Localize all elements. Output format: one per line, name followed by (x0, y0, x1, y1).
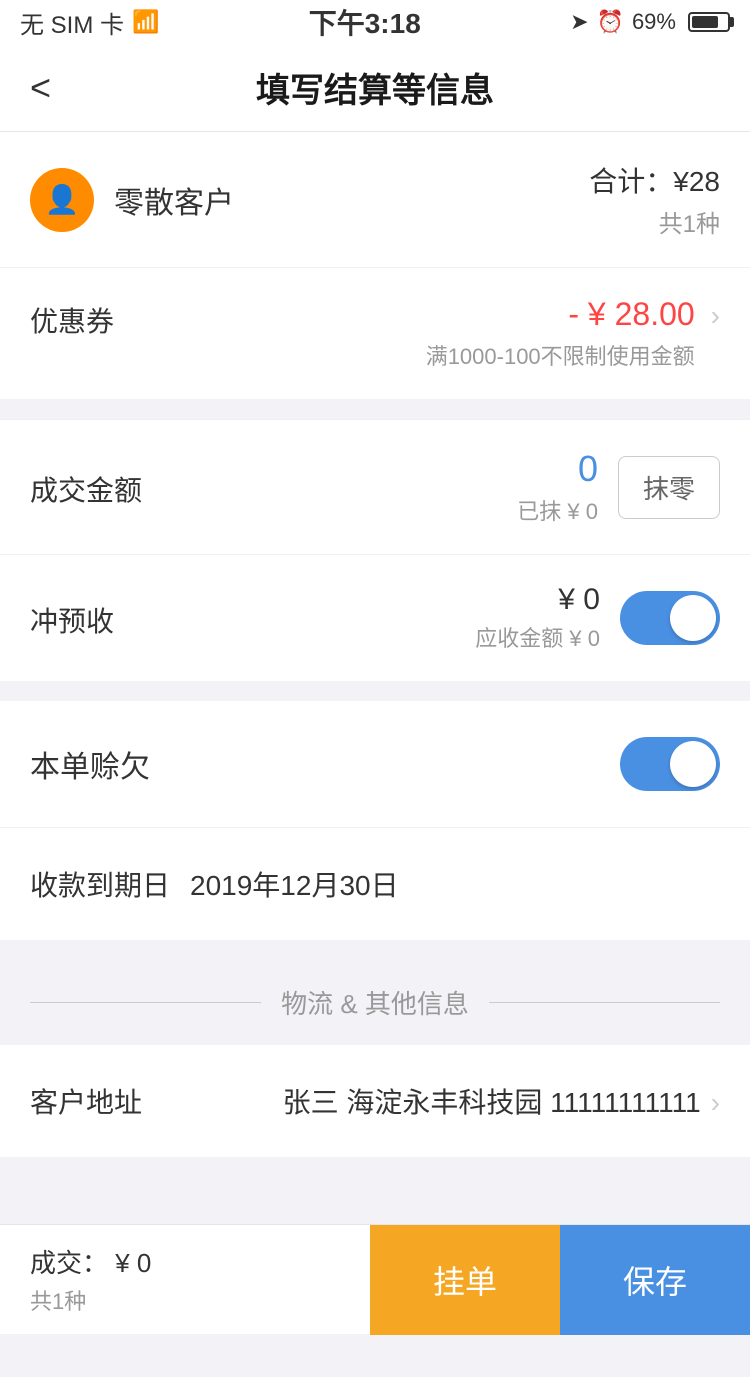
due-date-value: 2019年12月30日 (190, 864, 399, 904)
prepay-toggle[interactable] (620, 591, 720, 645)
nav-bar: < 填写结算等信息 (0, 44, 750, 132)
deal-right: 0 已抹 ¥ 0 抹零 (517, 448, 720, 526)
section-gap-2 (0, 681, 750, 701)
bottom-deal-value: ¥ 0 (115, 1248, 151, 1278)
divider-line-left (30, 1002, 261, 1003)
section-gap-5 (0, 1177, 750, 1197)
wifi-icon: 📶 (132, 9, 159, 35)
credit-toggle-knob (670, 741, 716, 787)
bottom-deal-label: 成交： (30, 1248, 108, 1278)
logistics-divider: 物流 & 其他信息 (0, 960, 750, 1045)
section-gap-6 (0, 1197, 750, 1217)
address-right: 张三 海淀永丰科技园 11111111111 › (283, 1081, 720, 1121)
alarm-icon: ⏰ (597, 9, 624, 35)
prepay-right: ¥ 0 应收金额 ¥ 0 (475, 583, 720, 653)
chevron-right-icon: › (711, 300, 720, 332)
customer-name: 零散客户 (114, 178, 234, 222)
battery-icon (688, 12, 730, 32)
coupon-label: 优惠券 (30, 296, 114, 340)
coupon-value-col: - ¥ 28.00 满1000-100不限制使用金额 (426, 296, 695, 371)
save-button[interactable]: 保存 (560, 1225, 750, 1335)
address-value: 张三 海淀永丰科技园 11111111111 (283, 1081, 701, 1121)
sim-label: 无 SIM 卡 (20, 5, 124, 40)
due-date-label: 收款到期日 (30, 864, 170, 904)
due-date-row: 收款到期日 2019年12月30日 (0, 827, 750, 940)
prepay-value: ¥ 0 (475, 583, 600, 617)
bottom-info: 成交： ¥ 0 共1种 (0, 1243, 370, 1316)
credit-toggle[interactable] (620, 737, 720, 791)
address-section: 客户地址 张三 海淀永丰科技园 11111111111 › (0, 1045, 750, 1157)
hold-button[interactable]: 挂单 (370, 1225, 560, 1335)
prepay-value-col: ¥ 0 应收金额 ¥ 0 (475, 583, 600, 653)
prepay-row: 冲预收 ¥ 0 应收金额 ¥ 0 (0, 554, 750, 681)
customer-right: 合计：¥28 共1种 (589, 160, 720, 239)
section-gap-4 (0, 1157, 750, 1177)
status-bar: 无 SIM 卡 📶 下午3:18 ➤ ⏰ 69% (0, 0, 750, 44)
deal-amount-section: 成交金额 0 已抹 ¥ 0 抹零 冲预收 ¥ 0 应收金额 ¥ 0 (0, 419, 750, 681)
deal-amount-row: 成交金额 0 已抹 ¥ 0 抹零 (0, 419, 750, 554)
address-label: 客户地址 (30, 1081, 142, 1121)
deal-value-col: 0 已抹 ¥ 0 (517, 448, 598, 526)
status-time: 下午3:18 (309, 2, 421, 42)
page-title: 填写结算等信息 (256, 63, 494, 112)
coupon-desc: 满1000-100不限制使用金额 (426, 339, 695, 371)
section-gap-3 (0, 940, 750, 960)
bottom-bar: 成交： ¥ 0 共1种 挂单 保存 (0, 1224, 750, 1334)
toggle-knob (670, 595, 716, 641)
deal-amount-label: 成交金额 (30, 465, 142, 509)
coupon-row[interactable]: 优惠券 - ¥ 28.00 满1000-100不限制使用金额 › (0, 267, 750, 399)
location-icon: ➤ (570, 9, 588, 35)
logistics-divider-text: 物流 & 其他信息 (281, 984, 469, 1021)
section-gap-1 (0, 399, 750, 419)
avatar: 👤 (30, 168, 94, 232)
status-left: 无 SIM 卡 📶 (20, 5, 159, 40)
bottom-count: 共1种 (30, 1284, 340, 1316)
customer-row: 👤 零散客户 合计：¥28 共1种 (0, 132, 750, 267)
deal-amount-value: 0 (517, 448, 598, 490)
customer-count: 共1种 (589, 204, 720, 239)
coupon-right: - ¥ 28.00 满1000-100不限制使用金额 › (426, 296, 720, 371)
credit-section: 本单赊欠 收款到期日 2019年12月30日 (0, 701, 750, 940)
customer-left: 👤 零散客户 (30, 168, 234, 232)
deal-amount-sub: 已抹 ¥ 0 (517, 494, 598, 526)
credit-row: 本单赊欠 (0, 701, 750, 827)
avatar-icon: 👤 (45, 183, 80, 216)
customer-total: 合计：¥28 (589, 160, 720, 200)
status-right: ➤ ⏰ 69% (570, 9, 730, 35)
divider-line-right (489, 1002, 720, 1003)
prepay-label: 冲预收 (30, 596, 114, 640)
bottom-deal: 成交： ¥ 0 (30, 1243, 340, 1280)
credit-label: 本单赊欠 (30, 742, 150, 786)
address-chevron-icon: › (711, 1087, 720, 1119)
content: 👤 零散客户 合计：¥28 共1种 优惠券 - ¥ 28.00 满1000-10… (0, 132, 750, 1377)
coupon-value: - ¥ 28.00 (426, 296, 695, 333)
back-button[interactable]: < (30, 67, 51, 109)
address-row[interactable]: 客户地址 张三 海淀永丰科技园 11111111111 › (0, 1045, 750, 1157)
customer-section: 👤 零散客户 合计：¥28 共1种 优惠券 - ¥ 28.00 满1000-10… (0, 132, 750, 399)
battery-percent: 69% (632, 9, 676, 35)
round-zero-button[interactable]: 抹零 (618, 456, 720, 519)
prepay-sub: 应收金额 ¥ 0 (475, 621, 600, 653)
